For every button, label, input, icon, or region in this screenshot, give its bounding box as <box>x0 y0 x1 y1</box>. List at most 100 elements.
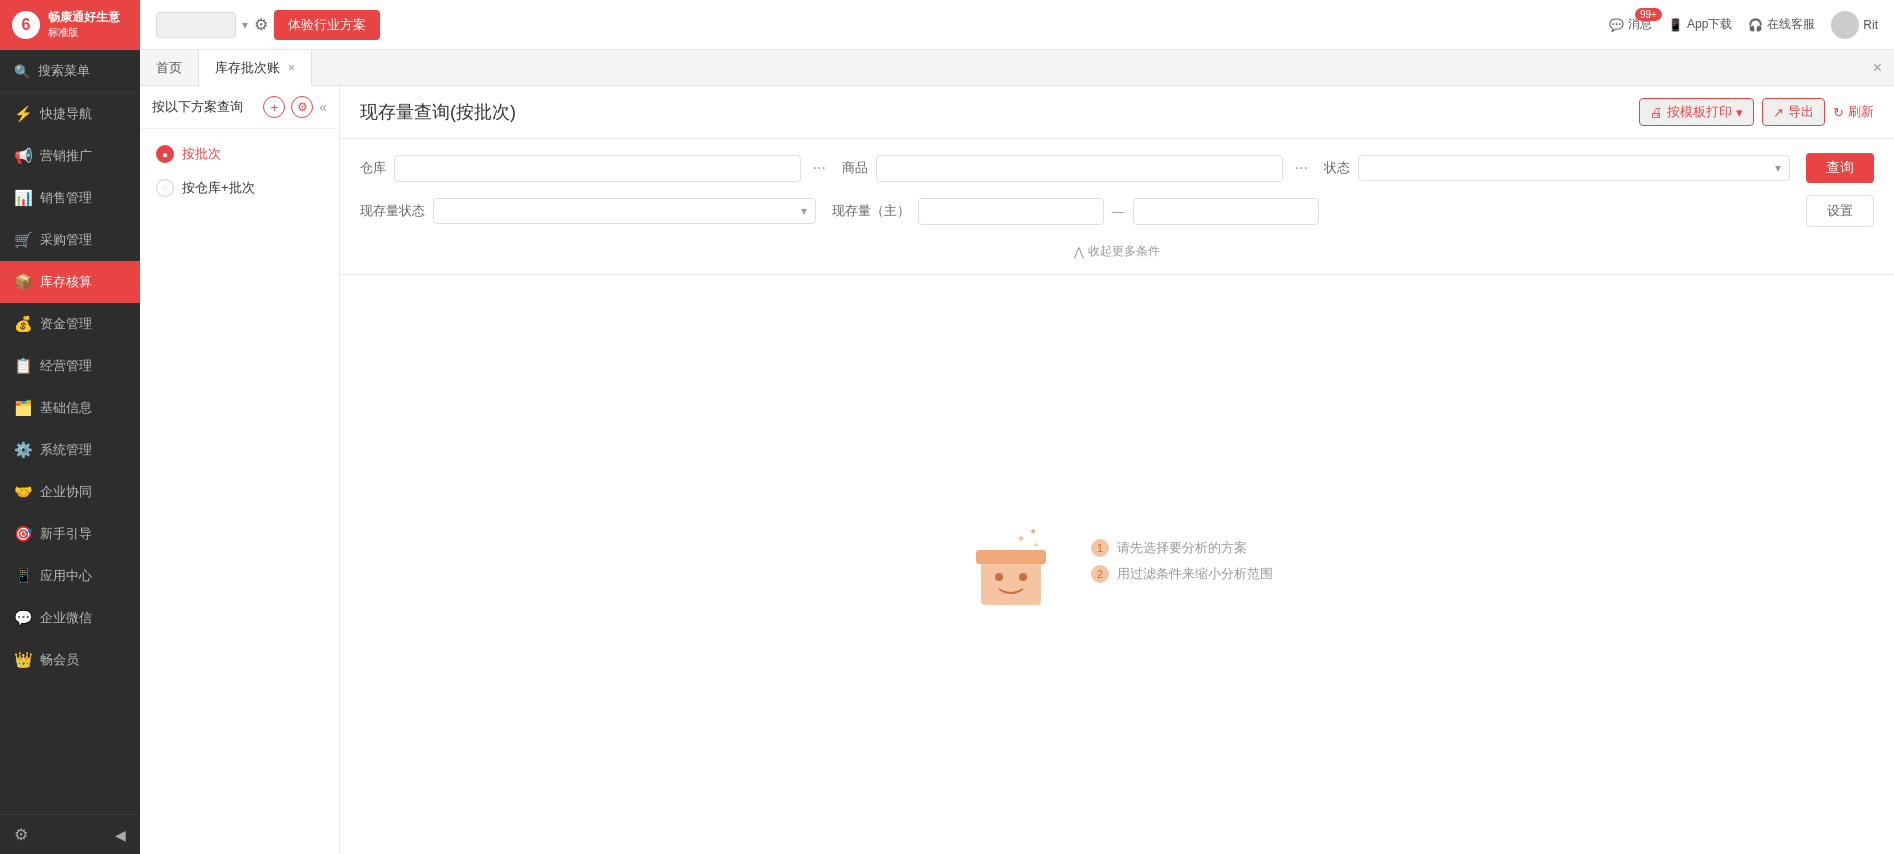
scheme-label: 按仓库+批次 <box>182 179 255 197</box>
tab-close-icon[interactable]: × <box>288 61 295 75</box>
svg-text:✦: ✦ <box>1029 526 1037 537</box>
empty-tips: 1 请先选择要分析的方案 2 用过滤条件来缩小分析范围 <box>1091 539 1273 591</box>
trial-button[interactable]: 体验行业方案 <box>274 10 380 40</box>
sidebar-item-label: 畅会员 <box>40 651 79 669</box>
sidebar-item-inventory[interactable]: 📦 库存核算 <box>0 261 140 303</box>
inventory-qty-min-input[interactable] <box>918 198 1104 225</box>
sidebar-footer: ⚙ ◀ <box>0 814 140 854</box>
settings-button[interactable]: 设置 <box>1806 195 1874 227</box>
sidebar-item-quick-nav[interactable]: ⚡ 快捷导航 <box>0 93 140 135</box>
sidebar-item-operations[interactable]: 📋 经营管理 <box>0 345 140 387</box>
messages-button[interactable]: 💬 消息 99+ <box>1609 16 1652 33</box>
topbar: ▾ ⚙ 体验行业方案 💬 消息 99+ 📱 App下载 🎧 在线客服 Rit <box>140 0 1894 50</box>
refresh-button[interactable]: ↻ 刷新 <box>1833 103 1874 121</box>
warehouse-filter-group: 仓库 ··· <box>360 155 826 182</box>
svg-point-2 <box>995 573 1003 581</box>
printer-icon: 🖨 <box>1650 105 1663 120</box>
purchase-icon: 🛒 <box>14 231 32 249</box>
left-panel-title: 按以下方案查询 <box>152 98 243 116</box>
sidebar-item-member[interactable]: 👑 畅会员 <box>0 639 140 681</box>
sidebar-item-finance[interactable]: 💰 资金管理 <box>0 303 140 345</box>
sidebar-item-purchase[interactable]: 🛒 采购管理 <box>0 219 140 261</box>
collapse-panel-button[interactable]: « <box>319 99 327 115</box>
sidebar-item-label: 应用中心 <box>40 567 92 585</box>
sidebar-item-apps[interactable]: 📱 应用中心 <box>0 555 140 597</box>
sidebar-item-label: 基础信息 <box>40 399 92 417</box>
sidebar-item-sales[interactable]: 📊 销售管理 <box>0 177 140 219</box>
filter-row-2: 现存量状态 ▾ 现存量（主） — <box>360 195 1874 227</box>
gear-icon: ⚙ <box>297 100 308 114</box>
tab-home[interactable]: 首页 <box>140 50 199 86</box>
empty-tip-2: 2 用过滤条件来缩小分析范围 <box>1091 565 1273 583</box>
left-panel-actions: + ⚙ « <box>263 96 327 118</box>
sidebar-item-wechat[interactable]: 💬 企业微信 <box>0 597 140 639</box>
inventory-qty-label: 现存量（主） <box>832 202 910 220</box>
sidebar-header: 6 畅康通好生意 标准版 <box>0 0 140 50</box>
sidebar-item-label: 新手引导 <box>40 525 92 543</box>
tip-num-2: 2 <box>1091 565 1109 583</box>
breadcrumb-arrow-icon[interactable]: ▾ <box>242 18 248 32</box>
app-name: 畅康通好生意 <box>48 10 120 26</box>
online-service-label: 在线客服 <box>1767 16 1815 33</box>
tip-num-1: 1 <box>1091 539 1109 557</box>
tab-label: 库存批次账 <box>215 59 280 77</box>
app-download-icon: 📱 <box>1668 18 1683 32</box>
right-main: 现存量查询(按批次) 🖨 按模板打印 ▾ ↗ 导出 ↻ 刷新 <box>340 86 1894 854</box>
online-service-button[interactable]: 🎧 在线客服 <box>1748 16 1815 33</box>
page-header-actions: 🖨 按模板打印 ▾ ↗ 导出 ↻ 刷新 <box>1639 98 1874 126</box>
sidebar-item-basic[interactable]: 🗂️ 基础信息 <box>0 387 140 429</box>
query-button[interactable]: 查询 <box>1806 153 1874 183</box>
system-icon: ⚙️ <box>14 441 32 459</box>
refresh-icon: ↻ <box>1833 105 1844 120</box>
page-title: 现存量查询(按批次) <box>360 100 516 124</box>
refresh-label: 刷新 <box>1848 103 1874 121</box>
sidebar-item-system[interactable]: ⚙️ 系统管理 <box>0 429 140 471</box>
left-panel: 按以下方案查询 + ⚙ « ● 按批次 ○ 按 <box>140 86 340 854</box>
topbar-gear-icon[interactable]: ⚙ <box>254 15 268 34</box>
tabbar: 首页 库存批次账 × × <box>140 50 1894 86</box>
sidebar-item-newbie[interactable]: 🎯 新手引导 <box>0 513 140 555</box>
message-icon: 💬 <box>1609 18 1624 32</box>
settings-icon[interactable]: ⚙ <box>14 825 28 844</box>
product-input[interactable] <box>876 155 1283 182</box>
warehouse-more-icon[interactable]: ··· <box>813 159 826 177</box>
filter-row-1: 仓库 ··· 商品 ··· 状态 ▾ <box>360 153 1874 183</box>
app-download-button[interactable]: 📱 App下载 <box>1668 16 1732 33</box>
tab-inventory-batch[interactable]: 库存批次账 × <box>199 50 312 86</box>
search-menu-label: 搜索菜单 <box>38 62 90 80</box>
sidebar-item-enterprise[interactable]: 🤝 企业协同 <box>0 471 140 513</box>
sidebar-item-marketing[interactable]: 📢 营销推广 <box>0 135 140 177</box>
scheme-dot-inactive: ○ <box>156 179 174 197</box>
inventory-status-select[interactable]: ▾ <box>433 198 816 224</box>
sidebar: 6 畅康通好生意 标准版 🔍 搜索菜单 ⚡ 快捷导航 📢 营销推广 📊 销售管理… <box>0 0 140 854</box>
warehouse-input[interactable] <box>394 155 801 182</box>
tab-panel-close-button[interactable]: × <box>1861 59 1894 77</box>
print-button[interactable]: 🖨 按模板打印 ▾ <box>1639 98 1754 126</box>
search-menu[interactable]: 🔍 搜索菜单 <box>0 50 140 93</box>
sidebar-item-label: 采购管理 <box>40 231 92 249</box>
apps-icon: 📱 <box>14 567 32 585</box>
sidebar-item-label: 经营管理 <box>40 357 92 375</box>
scheme-item-by-batch[interactable]: ● 按批次 <box>140 137 339 171</box>
status-label: 状态 <box>1324 159 1350 177</box>
export-button[interactable]: ↗ 导出 <box>1762 98 1825 126</box>
collapse-filter-button[interactable]: ⋀ 收起更多条件 <box>360 239 1874 260</box>
sidebar-item-label: 销售管理 <box>40 189 92 207</box>
collapse-icon: ⋀ <box>1074 245 1084 259</box>
scheme-settings-button[interactable]: ⚙ <box>291 96 313 118</box>
collapse-sidebar-icon[interactable]: ◀ <box>115 827 126 843</box>
scheme-item-by-warehouse-batch[interactable]: ○ 按仓库+批次 <box>140 171 339 205</box>
export-label: 导出 <box>1788 103 1814 121</box>
user-profile-button[interactable]: Rit <box>1831 11 1878 39</box>
status-select[interactable]: ▾ <box>1358 155 1790 181</box>
filter-area: 仓库 ··· 商品 ··· 状态 ▾ <box>340 139 1894 275</box>
inventory-qty-max-input[interactable] <box>1133 198 1319 225</box>
tab-home-label: 首页 <box>156 59 182 77</box>
app-download-label: App下载 <box>1687 16 1732 33</box>
breadcrumb-input[interactable] <box>156 12 236 38</box>
product-more-icon[interactable]: ··· <box>1295 159 1308 177</box>
sidebar-item-label: 快捷导航 <box>40 105 92 123</box>
enterprise-icon: 🤝 <box>14 483 32 501</box>
messages-badge: 99+ <box>1635 8 1662 21</box>
add-scheme-button[interactable]: + <box>263 96 285 118</box>
